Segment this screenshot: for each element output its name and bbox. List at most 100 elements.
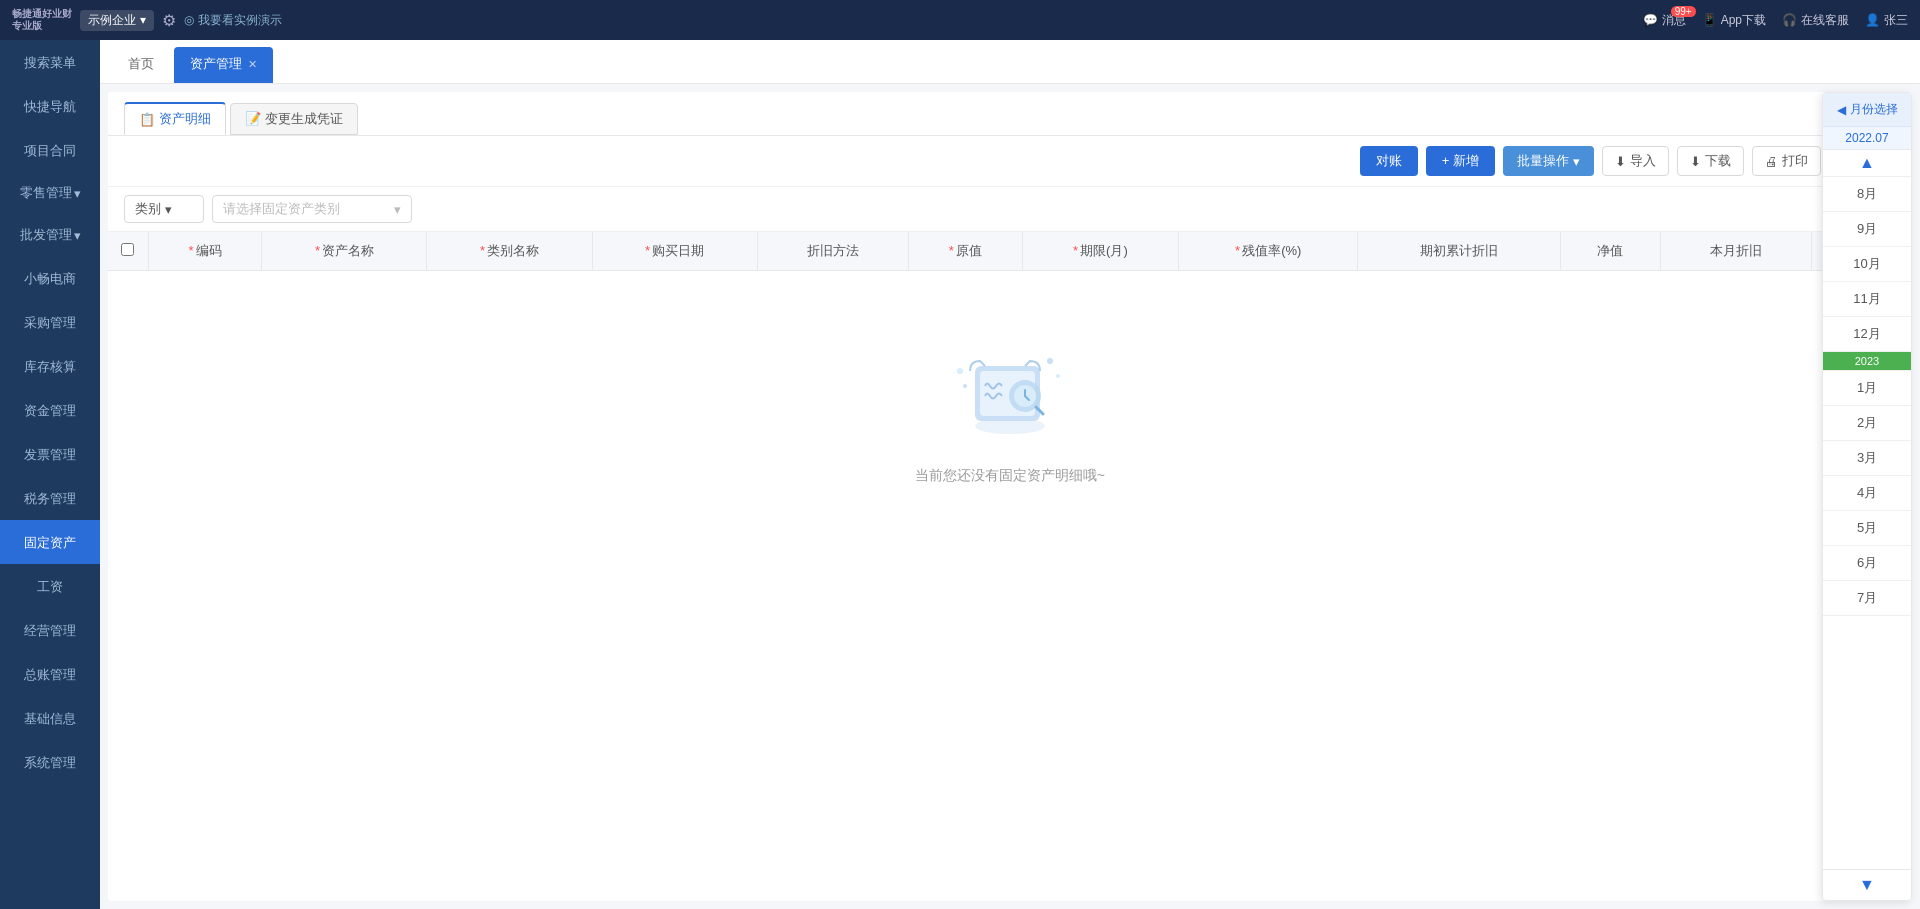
asset-data-table: *编码*资产名称*类别名称*购买日期折旧方法*原值*期限(月)*残值率(%)期初… bbox=[108, 232, 1912, 545]
month-list: 8月9月10月11月12月20231月2月3月4月5月6月7月 bbox=[1823, 177, 1911, 869]
sub-tab-label: 变更生成凭证 bbox=[265, 110, 343, 128]
sidebar-item-system[interactable]: 系统管理 bbox=[0, 740, 100, 784]
top-bar: 畅捷通好业财 专业版 示例企业 ▾ ⚙ ◎ 我要看实例演示 💬 消息 99+ 📱… bbox=[0, 0, 1920, 40]
toolbar: 对账 + 新增 批量操作 ▾ ⬇ 导入 ⬇ 下载 bbox=[108, 136, 1912, 187]
sidebar: 搜索菜单快捷导航项目合同零售管理▾批发管理▾小畅电商采购管理库存核算资金管理发票… bbox=[0, 40, 100, 909]
download-button[interactable]: ⬇ 下载 bbox=[1677, 146, 1744, 176]
collapse-left-icon[interactable]: ◀ bbox=[1837, 103, 1846, 117]
import-button[interactable]: ⬇ 导入 bbox=[1602, 146, 1669, 176]
empty-state: 当前您还没有固定资产明细哦~ bbox=[108, 271, 1912, 545]
scroll-up-icon[interactable]: ▲ bbox=[1859, 154, 1875, 172]
page-content: 📋资产明细📝变更生成凭证 对账 + 新增 批量操作 ▾ ⬇ 导入 bbox=[100, 84, 1920, 909]
demo-icon: ◎ bbox=[184, 13, 194, 27]
demo-btn[interactable]: ◎ 我要看实例演示 bbox=[184, 12, 282, 29]
col-header-category: *类别名称 bbox=[427, 232, 592, 271]
message-badge: 99+ bbox=[1671, 6, 1696, 17]
svg-point-10 bbox=[963, 384, 967, 388]
settings-icon[interactable]: ⚙ bbox=[162, 11, 176, 30]
month-item-2[interactable]: 2月 bbox=[1823, 406, 1911, 441]
reconcile-button[interactable]: 对账 bbox=[1360, 146, 1418, 176]
col-header-check bbox=[108, 232, 148, 271]
sidebar-item-inventory[interactable]: 库存核算 bbox=[0, 344, 100, 388]
print-button[interactable]: 🖨 打印 bbox=[1752, 146, 1821, 176]
sidebar-item-label: 固定资产 bbox=[0, 534, 100, 552]
app-logo: 畅捷通好业财 专业版 bbox=[12, 8, 72, 32]
month-item-2023[interactable]: 2023 bbox=[1823, 352, 1911, 371]
month-item-12[interactable]: 12月 bbox=[1823, 317, 1911, 352]
tab-home[interactable]: 首页 bbox=[112, 47, 170, 83]
svg-point-11 bbox=[957, 368, 963, 374]
table-header: *编码*资产名称*类别名称*购买日期折旧方法*原值*期限(月)*残值率(%)期初… bbox=[108, 232, 1912, 271]
col-header-original_value: *原值 bbox=[908, 232, 1022, 271]
month-item-7[interactable]: 7月 bbox=[1823, 581, 1911, 616]
online-service-button[interactable]: 🎧 在线客服 bbox=[1782, 12, 1849, 29]
month-item-8[interactable]: 8月 bbox=[1823, 177, 1911, 212]
company-selector[interactable]: 示例企业 ▾ bbox=[80, 10, 154, 31]
sidebar-item-label: 搜索菜单 bbox=[0, 54, 100, 72]
message-icon: 💬 bbox=[1643, 13, 1658, 27]
col-header-purchase_date: *购买日期 bbox=[592, 232, 757, 271]
tab-asset-management[interactable]: 资产管理✕ bbox=[174, 47, 273, 83]
sidebar-item-invoice[interactable]: 发票管理 bbox=[0, 432, 100, 476]
asset-table: *编码*资产名称*类别名称*购买日期折旧方法*原值*期限(月)*残值率(%)期初… bbox=[108, 232, 1912, 901]
empty-text: 当前您还没有固定资产明细哦~ bbox=[915, 467, 1105, 485]
top-bar-right: 💬 消息 99+ 📱 App下载 🎧 在线客服 👤 张三 bbox=[1643, 12, 1908, 29]
sidebar-item-wholesale[interactable]: 批发管理▾ bbox=[0, 214, 100, 256]
select-all-checkbox[interactable] bbox=[121, 243, 134, 256]
category-value-selector[interactable]: 请选择固定资产类别 ▾ bbox=[212, 195, 412, 223]
sidebar-item-fixed-assets[interactable]: 固定资产 bbox=[0, 520, 100, 564]
sidebar-item-search[interactable]: 搜索菜单 bbox=[0, 40, 100, 84]
sidebar-item-basic-info[interactable]: 基础信息 bbox=[0, 696, 100, 740]
scroll-down-icon[interactable]: ▼ bbox=[1859, 876, 1875, 894]
month-item-5[interactable]: 5月 bbox=[1823, 511, 1911, 546]
user-menu[interactable]: 👤 张三 bbox=[1865, 12, 1908, 29]
sidebar-item-salary[interactable]: 工资 bbox=[0, 564, 100, 608]
sidebar-item-purchase[interactable]: 采购管理 bbox=[0, 300, 100, 344]
month-item-3[interactable]: 3月 bbox=[1823, 441, 1911, 476]
sidebar-item-finance[interactable]: 资金管理 bbox=[0, 388, 100, 432]
sidebar-item-project[interactable]: 项目合同 bbox=[0, 128, 100, 172]
current-month-display: 2022.07 bbox=[1845, 131, 1888, 145]
table-body: 当前您还没有固定资产明细哦~ bbox=[108, 271, 1912, 546]
month-item-4[interactable]: 4月 bbox=[1823, 476, 1911, 511]
sidebar-item-label: 采购管理 bbox=[0, 314, 100, 332]
batch-button[interactable]: 批量操作 ▾ bbox=[1503, 146, 1594, 176]
col-header-current_depreciation: 本月折旧 bbox=[1660, 232, 1811, 271]
app-download-button[interactable]: 📱 App下载 bbox=[1702, 12, 1766, 29]
sidebar-item-label: 税务管理 bbox=[0, 490, 100, 508]
month-panel-footer: ▼ bbox=[1823, 869, 1911, 900]
month-item-6[interactable]: 6月 bbox=[1823, 546, 1911, 581]
sidebar-item-tax[interactable]: 税务管理 bbox=[0, 476, 100, 520]
month-panel-header: ◀ 月份选择 bbox=[1823, 93, 1911, 127]
app-icon: 📱 bbox=[1702, 13, 1717, 27]
month-item-11[interactable]: 11月 bbox=[1823, 282, 1911, 317]
sidebar-item-accounting[interactable]: 总账管理 bbox=[0, 652, 100, 696]
tab-icon: 📋 bbox=[139, 112, 155, 127]
sidebar-item-operations[interactable]: 经营管理 bbox=[0, 608, 100, 652]
message-button[interactable]: 💬 消息 99+ bbox=[1643, 12, 1686, 29]
chevron-down-icon: ▾ bbox=[165, 202, 172, 217]
tab-bar: 首页资产管理✕ bbox=[100, 40, 1920, 84]
empty-illustration bbox=[950, 331, 1070, 451]
category-type-selector[interactable]: 类别 ▾ bbox=[124, 195, 204, 223]
col-header-accumulated_depreciation: 期初累计折旧 bbox=[1358, 232, 1560, 271]
chevron-down-icon: ▾ bbox=[140, 13, 146, 27]
chevron-down-icon: ▾ bbox=[1573, 154, 1580, 169]
sidebar-item-label: 资金管理 bbox=[0, 402, 100, 420]
user-icon: 👤 bbox=[1865, 13, 1880, 27]
sidebar-item-retail[interactable]: 零售管理▾ bbox=[0, 172, 100, 214]
month-item-9[interactable]: 9月 bbox=[1823, 212, 1911, 247]
sidebar-item-quick-nav[interactable]: 快捷导航 bbox=[0, 84, 100, 128]
sidebar-item-label: 零售管理 bbox=[20, 184, 72, 202]
sidebar-item-label: 系统管理 bbox=[0, 754, 100, 772]
import-icon: ⬇ bbox=[1615, 154, 1626, 169]
sidebar-item-label: 总账管理 bbox=[0, 666, 100, 684]
tab-close-icon[interactable]: ✕ bbox=[248, 58, 257, 70]
sidebar-item-label: 库存核算 bbox=[0, 358, 100, 376]
month-item-1[interactable]: 1月 bbox=[1823, 371, 1911, 406]
month-item-10[interactable]: 10月 bbox=[1823, 247, 1911, 282]
sub-tab-asset-detail[interactable]: 📋资产明细 bbox=[124, 102, 226, 135]
add-button[interactable]: + 新增 bbox=[1426, 146, 1495, 176]
sub-tab-change-voucher[interactable]: 📝变更生成凭证 bbox=[230, 103, 358, 135]
sidebar-item-ecommerce[interactable]: 小畅电商 bbox=[0, 256, 100, 300]
